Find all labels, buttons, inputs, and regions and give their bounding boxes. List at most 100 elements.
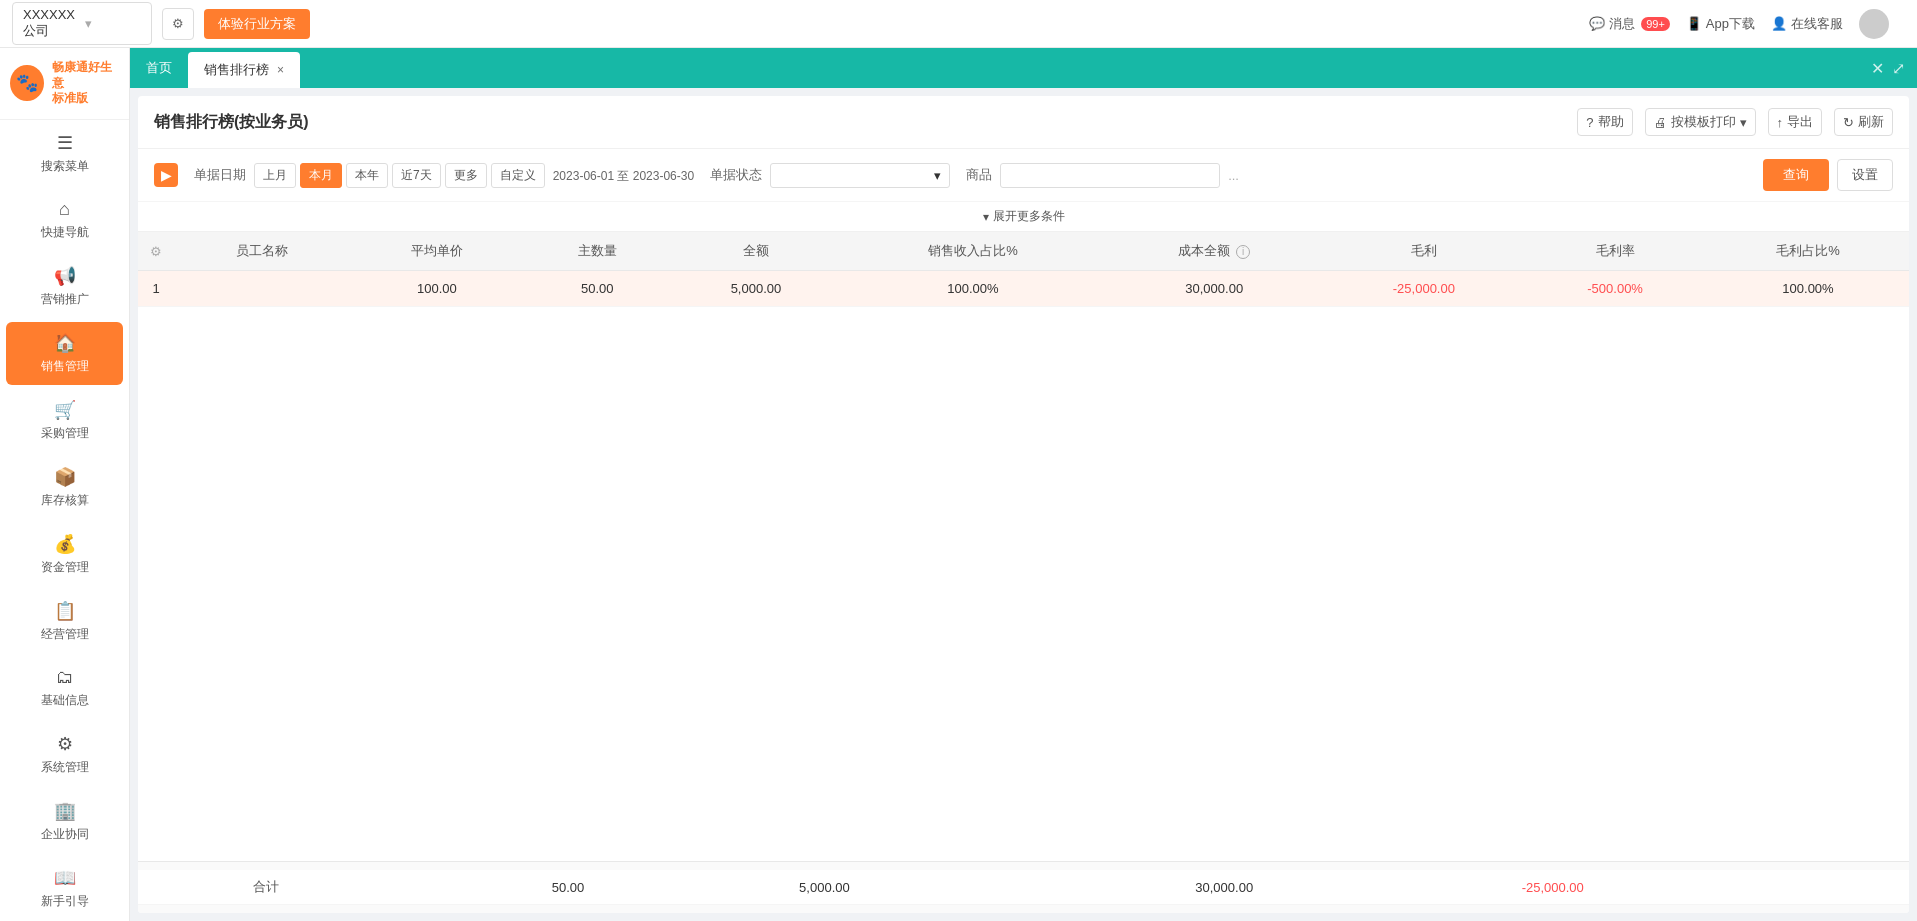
sidebar-label-system: 系统管理 bbox=[41, 759, 89, 776]
sidebar-item-operations[interactable]: 📋 经营管理 bbox=[6, 590, 123, 653]
footer-qty: 50.00 bbox=[457, 870, 678, 905]
tab-close-icon[interactable]: × bbox=[277, 63, 284, 77]
online-service-btn[interactable]: 👤 在线客服 bbox=[1771, 15, 1843, 33]
company-selector[interactable]: XXXXXX公司 ▾ bbox=[12, 2, 152, 45]
status-select[interactable]: ▾ bbox=[770, 163, 950, 188]
footer-label: 合计 bbox=[168, 870, 364, 905]
footer-amount: 5,000.00 bbox=[679, 870, 971, 905]
settings-button[interactable]: 设置 bbox=[1837, 159, 1893, 191]
footer-row: 合计 50.00 5,000.00 30,000.00 -25,000.00 bbox=[138, 870, 1909, 905]
message-badge: 99+ bbox=[1641, 17, 1670, 31]
col-amount: 全额 bbox=[670, 232, 842, 271]
tab-sales-ranking[interactable]: 销售排行榜 × bbox=[188, 52, 300, 88]
service-label: 在线客服 bbox=[1791, 15, 1843, 33]
top-bar: XXXXXX公司 ▾ ⚙ 体验行业方案 💬 消息 99+ 📱 App下载 👤 在… bbox=[0, 0, 1917, 48]
trial-button[interactable]: 体验行业方案 bbox=[204, 9, 310, 39]
message-btn[interactable]: 💬 消息 99+ bbox=[1589, 15, 1670, 33]
sales-icon: 🏠 bbox=[54, 332, 76, 354]
sidebar-item-cooperation[interactable]: 🏢 企业协同 bbox=[6, 790, 123, 853]
refresh-label: 刷新 bbox=[1858, 113, 1884, 131]
query-button[interactable]: 查询 bbox=[1763, 159, 1829, 191]
date-btn-7days[interactable]: 近7天 bbox=[392, 163, 441, 188]
help-button[interactable]: ? 帮助 bbox=[1577, 108, 1632, 136]
goods-filter-group: 商品 ... bbox=[966, 163, 1239, 188]
avatar[interactable] bbox=[1859, 9, 1889, 39]
cell-avg-price: 100.00 bbox=[349, 271, 524, 307]
filter-bar: ▶ 单据日期 上月 本月 本年 近7天 更多 自定义 2023-0 bbox=[138, 149, 1909, 202]
footer-cost: 30,000.00 bbox=[1064, 870, 1384, 905]
footer-sales-pct bbox=[970, 870, 1064, 905]
footer-empty-col bbox=[138, 870, 168, 905]
date-btn-more[interactable]: 更多 bbox=[445, 163, 487, 188]
print-icon: 🖨 bbox=[1654, 115, 1667, 130]
date-btn-current-month[interactable]: 本月 bbox=[300, 163, 342, 188]
sidebar-label-purchase: 采购管理 bbox=[41, 425, 89, 442]
footer-gross-pct bbox=[1815, 870, 1909, 905]
status-dropdown-icon: ▾ bbox=[934, 168, 941, 183]
app-icon: 📱 bbox=[1686, 16, 1702, 31]
purchase-icon: 🛒 bbox=[54, 399, 76, 421]
cell-rank: 1 bbox=[138, 271, 174, 307]
window-expand-icon[interactable]: ⤢ bbox=[1892, 59, 1905, 78]
sidebar-item-inventory[interactable]: 📦 库存核算 bbox=[6, 456, 123, 519]
system-icon: ⚙ bbox=[57, 733, 73, 755]
date-btn-prev-month[interactable]: 上月 bbox=[254, 163, 296, 188]
sidebar-item-system[interactable]: ⚙ 系统管理 bbox=[6, 723, 123, 786]
export-button[interactable]: ↑ 导出 bbox=[1768, 108, 1823, 136]
goods-search-input[interactable] bbox=[1000, 163, 1220, 188]
goods-more-icon[interactable]: ... bbox=[1228, 168, 1239, 183]
app-download-btn[interactable]: 📱 App下载 bbox=[1686, 15, 1755, 33]
expand-conditions-row: ▾ 展开更多条件 bbox=[138, 202, 1909, 232]
marketing-icon: 📢 bbox=[54, 265, 76, 287]
col-gross: 毛利 bbox=[1325, 232, 1524, 271]
tab-home[interactable]: 首页 bbox=[130, 48, 188, 88]
message-label: 消息 bbox=[1609, 15, 1635, 33]
sidebar-label-operations: 经营管理 bbox=[41, 626, 89, 643]
sidebar-label-guide: 新手引导 bbox=[41, 893, 89, 910]
basic-info-icon: 🗂 bbox=[56, 667, 74, 688]
sidebar-item-sales[interactable]: 🏠 销售管理 bbox=[6, 322, 123, 385]
sidebar-item-basic-info[interactable]: 🗂 基础信息 bbox=[6, 657, 123, 719]
filter-actions: 查询 设置 bbox=[1763, 159, 1893, 191]
filter-collapse-btn[interactable]: ▶ bbox=[154, 163, 178, 187]
settings-icon[interactable]: ⚙ bbox=[162, 8, 194, 40]
cell-cost: 30,000.00 bbox=[1104, 271, 1325, 307]
window-close-icon[interactable]: ✕ bbox=[1871, 59, 1884, 78]
sidebar-item-purchase[interactable]: 🛒 采购管理 bbox=[6, 389, 123, 452]
cost-info-icon[interactable]: i bbox=[1236, 245, 1250, 259]
sidebar-item-guide[interactable]: 📖 新手引导 bbox=[6, 857, 123, 920]
goods-filter-label: 商品 bbox=[966, 166, 992, 184]
search-menu-icon: ☰ bbox=[57, 132, 73, 154]
sidebar-item-finance[interactable]: 💰 资金管理 bbox=[6, 523, 123, 586]
status-filter-group: 单据状态 ▾ bbox=[710, 163, 950, 188]
tab-bar: 首页 销售排行榜 × ✕ ⤢ bbox=[130, 48, 1917, 88]
col-cost: 成本全额 i bbox=[1104, 232, 1325, 271]
data-table: ⚙ 员工名称 平均单价 主数量 全额 销售收入占比% 成本全额 i 毛利 毛利率 bbox=[138, 232, 1909, 307]
col-settings[interactable]: ⚙ bbox=[138, 232, 174, 271]
logo-text: 畅康通好生意 标准版 bbox=[52, 60, 119, 107]
sidebar-item-search[interactable]: ☰ 搜索菜单 bbox=[6, 122, 123, 185]
expand-conditions-btn[interactable]: ▾ 展开更多条件 bbox=[983, 208, 1065, 225]
sidebar-item-quick-nav[interactable]: ⌂ 快捷导航 bbox=[6, 189, 123, 251]
table-header-row: ⚙ 员工名称 平均单价 主数量 全额 销售收入占比% 成本全额 i 毛利 毛利率 bbox=[138, 232, 1909, 271]
status-filter-label: 单据状态 bbox=[710, 166, 762, 184]
footer-avg-price bbox=[364, 870, 458, 905]
print-button[interactable]: 🖨 按模板打印 ▾ bbox=[1645, 108, 1756, 136]
expand-label: 展开更多条件 bbox=[993, 208, 1065, 225]
top-bar-right: 💬 消息 99+ 📱 App下载 👤 在线客服 bbox=[1589, 9, 1905, 39]
sidebar-label-marketing: 营销推广 bbox=[41, 291, 89, 308]
page-title: 销售排行榜(按业务员) bbox=[154, 112, 309, 133]
date-filter-group: 单据日期 上月 本月 本年 近7天 更多 自定义 2023-06-01 至 20… bbox=[194, 163, 694, 188]
refresh-button[interactable]: ↻ 刷新 bbox=[1834, 108, 1893, 136]
refresh-icon: ↻ bbox=[1843, 115, 1854, 130]
sidebar-label-cooperation: 企业协同 bbox=[41, 826, 89, 843]
sidebar-item-marketing[interactable]: 📢 营销推广 bbox=[6, 255, 123, 318]
help-icon: ? bbox=[1586, 115, 1593, 130]
date-btn-custom[interactable]: 自定义 bbox=[491, 163, 545, 188]
date-btn-current-year[interactable]: 本年 bbox=[346, 163, 388, 188]
tab-bar-right: ✕ ⤢ bbox=[1871, 59, 1917, 78]
export-label: 导出 bbox=[1787, 113, 1813, 131]
sidebar-label-quick-nav: 快捷导航 bbox=[41, 224, 89, 241]
col-qty: 主数量 bbox=[525, 232, 670, 271]
finance-icon: 💰 bbox=[54, 533, 76, 555]
